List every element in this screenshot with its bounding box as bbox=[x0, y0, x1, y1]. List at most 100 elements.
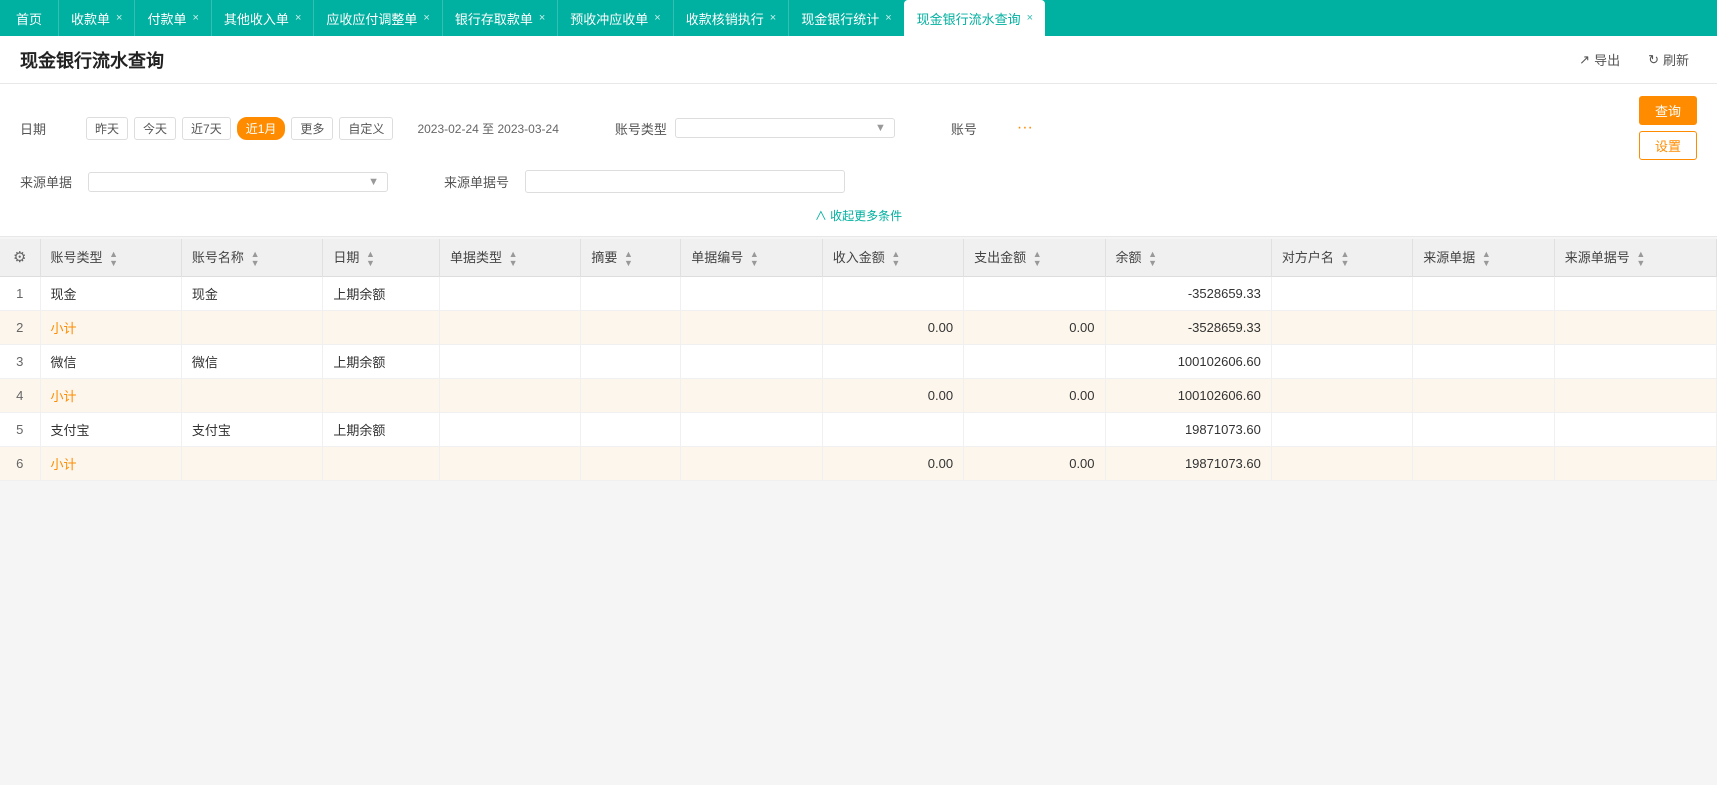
cell-doc-no bbox=[681, 378, 822, 412]
col-date[interactable]: 日期 ▲▼ bbox=[323, 239, 440, 276]
sort-icon: ▲▼ bbox=[251, 250, 260, 268]
table-row: 6小计0.000.0019871073.60 bbox=[0, 446, 1717, 480]
cell-balance: 100102606.60 bbox=[1105, 344, 1271, 378]
page-header: 现金银行流水查询 ↗ 导出 ↻ 刷新 bbox=[0, 36, 1717, 84]
table-row: 3微信微信上期余额100102606.60 bbox=[0, 344, 1717, 378]
gear-column-header[interactable]: ⚙ bbox=[0, 239, 40, 276]
top-nav: 首页 收款单 × 付款单 × 其他收入单 × 应收应付调整单 × 银行存取款单 … bbox=[0, 0, 1717, 36]
col-account-name[interactable]: 账号名称 ▲▼ bbox=[181, 239, 322, 276]
query-button[interactable]: 查询 bbox=[1639, 96, 1697, 125]
cell-index: 2 bbox=[0, 310, 40, 344]
close-icon[interactable]: × bbox=[654, 12, 660, 24]
cell-date: 上期余额 bbox=[323, 276, 440, 310]
cell-source-doc-no bbox=[1554, 344, 1716, 378]
nav-tab-yingshouyingfu[interactable]: 应收应付调整单 × bbox=[313, 0, 441, 36]
cell-expense: 0.00 bbox=[964, 378, 1105, 412]
col-doc-type[interactable]: 单据类型 ▲▼ bbox=[439, 239, 580, 276]
sort-icon: ▲▼ bbox=[1341, 250, 1350, 268]
date-btn-more[interactable]: 更多 bbox=[291, 117, 333, 140]
cell-doc-type bbox=[439, 412, 580, 446]
col-account-type[interactable]: 账号类型 ▲▼ bbox=[40, 239, 181, 276]
date-btn-today[interactable]: 今天 bbox=[134, 117, 176, 140]
table-row: 1现金现金上期余额-3528659.33 bbox=[0, 276, 1717, 310]
cell-source-doc bbox=[1413, 378, 1554, 412]
cell-expense bbox=[964, 344, 1105, 378]
account-label: 账号 bbox=[951, 119, 1001, 138]
cell-source-doc-no bbox=[1554, 378, 1716, 412]
col-source-doc[interactable]: 来源单据 ▲▼ bbox=[1413, 239, 1554, 276]
date-btn-yesterday[interactable]: 昨天 bbox=[86, 117, 128, 140]
refresh-button[interactable]: ↻ 刷新 bbox=[1640, 46, 1697, 73]
table-header-row: ⚙ 账号类型 ▲▼ 账号名称 ▲▼ 日期 ▲▼ 单据类型 ▲▼ bbox=[0, 239, 1717, 276]
close-icon[interactable]: × bbox=[192, 12, 198, 24]
source-doc-select[interactable]: ▼ bbox=[88, 172, 388, 192]
collapse-label: 收起更多条件 bbox=[830, 209, 902, 223]
cell-balance: -3528659.33 bbox=[1105, 310, 1271, 344]
date-btn-7days[interactable]: 近7天 bbox=[182, 117, 231, 140]
date-btn-custom[interactable]: 自定义 bbox=[339, 117, 393, 140]
nav-tab-yinhangcunqu[interactable]: 银行存取款单 × bbox=[442, 0, 557, 36]
cell-counterparty bbox=[1271, 412, 1412, 446]
export-button[interactable]: ↗ 导出 bbox=[1571, 46, 1628, 73]
nav-home[interactable]: 首页 bbox=[0, 0, 58, 36]
cell-balance: 19871073.60 bbox=[1105, 412, 1271, 446]
cell-summary bbox=[581, 310, 681, 344]
close-icon[interactable]: × bbox=[1027, 12, 1033, 24]
export-icon: ↗ bbox=[1579, 52, 1590, 68]
cell-expense: 0.00 bbox=[964, 446, 1105, 480]
close-icon[interactable]: × bbox=[295, 12, 301, 24]
nav-tab-shoukuandan[interactable]: 收款单 × bbox=[58, 0, 134, 36]
cell-income: 0.00 bbox=[822, 446, 963, 480]
sort-icon: ▲▼ bbox=[1636, 250, 1645, 268]
col-balance[interactable]: 余额 ▲▼ bbox=[1105, 239, 1271, 276]
sort-icon: ▲▼ bbox=[109, 250, 118, 268]
col-source-doc-no[interactable]: 来源单据号 ▲▼ bbox=[1554, 239, 1716, 276]
nav-tab-xianjinyinhang[interactable]: 现金银行统计 × bbox=[788, 0, 903, 36]
sort-icon: ▲▼ bbox=[750, 250, 759, 268]
cell-source-doc bbox=[1413, 344, 1554, 378]
cell-doc-type bbox=[439, 446, 580, 480]
cell-doc-type bbox=[439, 276, 580, 310]
cell-account-type: 支付宝 bbox=[40, 412, 181, 446]
col-doc-no[interactable]: 单据编号 ▲▼ bbox=[681, 239, 822, 276]
data-table: ⚙ 账号类型 ▲▼ 账号名称 ▲▼ 日期 ▲▼ 单据类型 ▲▼ bbox=[0, 239, 1717, 481]
cell-account-type: 小计 bbox=[40, 310, 181, 344]
cell-summary bbox=[581, 378, 681, 412]
cell-income bbox=[822, 344, 963, 378]
cell-index: 3 bbox=[0, 344, 40, 378]
close-icon[interactable]: × bbox=[539, 12, 545, 24]
date-btn-1month[interactable]: 近1月 bbox=[237, 117, 286, 140]
col-income[interactable]: 收入金额 ▲▼ bbox=[822, 239, 963, 276]
account-type-label: 账号类型 bbox=[615, 119, 667, 138]
source-doc-no-input[interactable] bbox=[534, 174, 836, 189]
close-icon[interactable]: × bbox=[770, 12, 776, 24]
sort-icon: ▲▼ bbox=[509, 250, 518, 268]
cell-doc-type bbox=[439, 344, 580, 378]
collapse-bar[interactable]: ∧ 收起更多条件 bbox=[20, 203, 1697, 228]
account-type-select[interactable]: ▼ bbox=[675, 118, 895, 138]
nav-tab-qitashouru[interactable]: 其他收入单 × bbox=[211, 0, 313, 36]
sort-icon: ▲▼ bbox=[1148, 250, 1157, 268]
nav-tab-yushou[interactable]: 预收冲应收单 × bbox=[557, 0, 672, 36]
source-doc-no-input-wrap bbox=[525, 170, 845, 193]
nav-tab-liushui[interactable]: 现金银行流水查询 × bbox=[904, 0, 1045, 36]
close-icon[interactable]: × bbox=[116, 12, 122, 24]
col-expense[interactable]: 支出金额 ▲▼ bbox=[964, 239, 1105, 276]
filter-area: 日期 昨天 今天 近7天 近1月 更多 自定义 2023-02-24 至 202… bbox=[0, 84, 1717, 237]
cell-income: 0.00 bbox=[822, 310, 963, 344]
col-counterparty[interactable]: 对方户名 ▲▼ bbox=[1271, 239, 1412, 276]
account-dots-button[interactable]: ··· bbox=[1017, 119, 1033, 137]
gear-icon[interactable]: ⚙ bbox=[13, 249, 26, 266]
nav-tab-fukuandan[interactable]: 付款单 × bbox=[134, 0, 210, 36]
settings-button[interactable]: 设置 bbox=[1639, 131, 1697, 160]
table-row: 4小计0.000.00100102606.60 bbox=[0, 378, 1717, 412]
close-icon[interactable]: × bbox=[423, 12, 429, 24]
cell-index: 4 bbox=[0, 378, 40, 412]
nav-tab-shoukuanhexiao[interactable]: 收款核销执行 × bbox=[673, 0, 788, 36]
chevron-down-icon: ▼ bbox=[875, 122, 886, 134]
close-icon[interactable]: × bbox=[885, 12, 891, 24]
cell-source-doc bbox=[1413, 412, 1554, 446]
cell-income: 0.00 bbox=[822, 378, 963, 412]
sort-icon: ▲▼ bbox=[366, 250, 375, 268]
col-summary[interactable]: 摘要 ▲▼ bbox=[581, 239, 681, 276]
